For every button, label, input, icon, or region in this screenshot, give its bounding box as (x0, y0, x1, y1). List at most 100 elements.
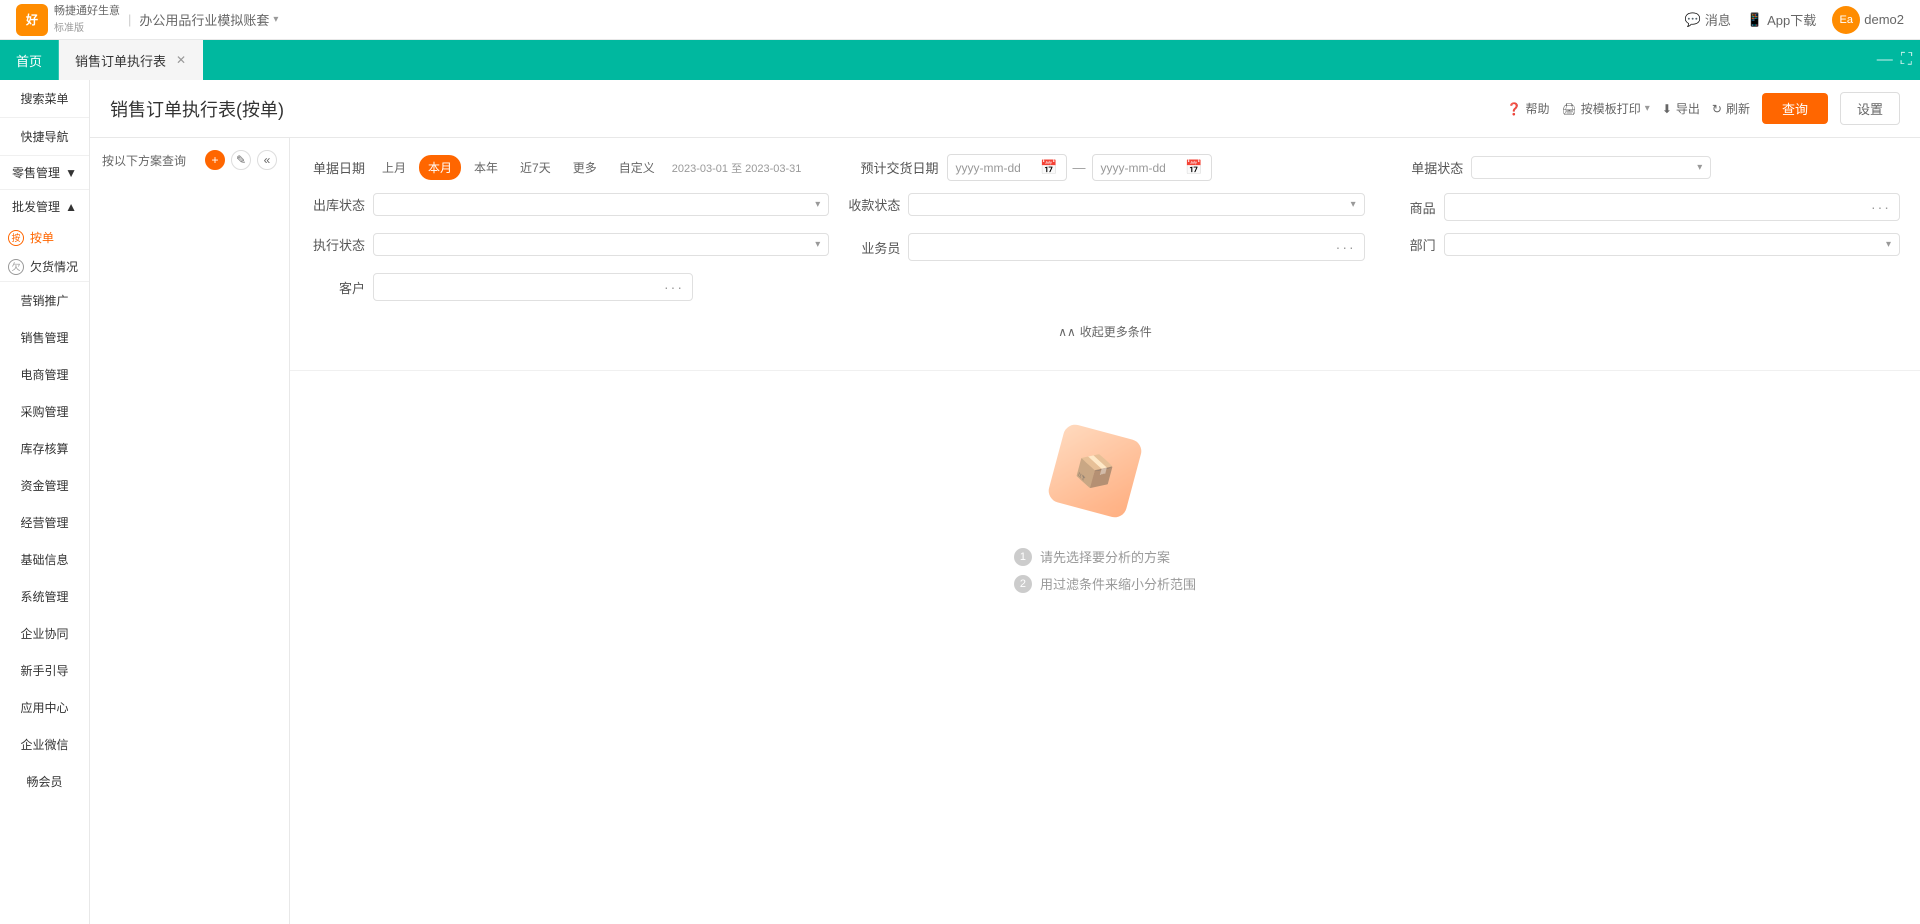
out-status-select[interactable]: ▾ (373, 193, 829, 216)
sidebar-item-marketing[interactable]: 营销推广 (0, 282, 89, 319)
sidebar-search-section[interactable]: 搜索菜单 (0, 80, 89, 118)
tab-home[interactable]: 首页 (0, 40, 59, 80)
empty-step-2: 2 用过滤条件来缩小分析范围 (1014, 574, 1196, 593)
exec-status-label: 执行状态 (310, 235, 365, 254)
sidebar-item-system[interactable]: 系统管理 (0, 578, 89, 615)
minimize-icon[interactable]: — (1877, 51, 1893, 69)
sidebar-item-corp[interactable]: 企业协同 (0, 615, 89, 652)
refresh-btn[interactable]: ↻ 刷新 (1712, 100, 1750, 117)
date-btn-custom[interactable]: 自定义 (610, 155, 664, 180)
customer-input[interactable]: ··· (373, 273, 693, 301)
sidebar-search-label[interactable]: 搜索菜单 (8, 90, 81, 107)
expected-date-end-input[interactable]: yyyy-mm-dd 📅 (1092, 154, 1212, 181)
messages-btn[interactable]: 💬 消息 (1685, 10, 1731, 29)
expected-date-start-input[interactable]: yyyy-mm-dd 📅 (947, 154, 1067, 181)
date-btn-this-month[interactable]: 本月 (419, 155, 461, 180)
goods-input[interactable]: ··· (1444, 193, 1900, 221)
print-icon: 🖨 (1562, 102, 1577, 116)
sidebar-sub-item-anpai[interactable]: 按 按单 (0, 223, 89, 252)
query-button[interactable]: 查询 (1762, 93, 1828, 124)
page-actions: ❓ 帮助 🖨 按模板打印 ▾ ⬇ 导出 ↻ 刷新 (1507, 92, 1900, 125)
sidebar-section-retail: 零售管理 ▼ (0, 156, 89, 190)
sidebar-item-wholesale[interactable]: 批发管理 ▲ (0, 190, 89, 223)
step-1-num: 1 (1014, 548, 1032, 566)
refresh-icon: ↻ (1712, 102, 1722, 116)
filter-panel: 按以下方案查询 + ✎ « 单据日期 上月 本月 (90, 138, 1920, 924)
window-controls: — ⛶ (1877, 51, 1920, 69)
filter-conditions: 单据日期 上月 本月 本年 近7天 更多 自定义 2023-03-01 至 20… (290, 138, 1920, 371)
expected-date-inputs: yyyy-mm-dd 📅 — yyyy-mm-dd 📅 (947, 154, 1212, 181)
maximize-icon[interactable]: ⛶ (1901, 51, 1912, 69)
dept-select[interactable]: ▾ (1444, 233, 1900, 256)
order-status-select[interactable]: ▾ (1471, 156, 1711, 179)
sidebar-item-finance[interactable]: 资金管理 (0, 467, 89, 504)
collect-status-chevron-icon: ▾ (1351, 199, 1356, 210)
logo-icon: 好 (16, 4, 48, 36)
sidebar-item-sales[interactable]: 销售管理 (0, 319, 89, 356)
collapse-scheme-btn[interactable]: « (257, 150, 277, 170)
top-bar-left: 好 畅捷通好生意 标准版 | 办公用品行业模拟账套 ▾ (16, 4, 278, 36)
sidebar: 搜索菜单 快捷导航 零售管理 ▼ 批发管理 ▲ 按 按单 欠 欠货情况 (0, 80, 90, 924)
sidebar-item-basic[interactable]: 基础信息 (0, 541, 89, 578)
setting-button[interactable]: 设置 (1840, 92, 1900, 125)
sidebar-item-inventory[interactable]: 库存核算 (0, 430, 89, 467)
order-status-chevron-icon: ▾ (1697, 162, 1702, 173)
date-dash: — (1073, 160, 1086, 175)
dept-label: 部门 (1381, 235, 1436, 254)
tab-close-icon[interactable]: ✕ (176, 53, 186, 67)
sidebar-item-operation[interactable]: 经营管理 (0, 504, 89, 541)
help-btn[interactable]: ❓ 帮助 (1507, 100, 1550, 117)
edit-scheme-btn[interactable]: ✎ (231, 150, 251, 170)
empty-steps: 1 请先选择要分析的方案 2 用过滤条件来缩小分析范围 (1014, 547, 1196, 593)
collapse-more-btn[interactable]: ∧∧ 收起更多条件 (310, 315, 1900, 348)
exec-status-field: 执行状态 ▾ (310, 233, 829, 256)
app-download-btn[interactable]: 📱 App下载 (1747, 10, 1816, 29)
date-btn-this-year[interactable]: 本年 (465, 155, 507, 180)
add-scheme-btn[interactable]: + (205, 150, 225, 170)
collapse-more-section: ∧∧ 收起更多条件 (310, 309, 1900, 354)
top-bar-right: 💬 消息 📱 App下载 Ea demo2 (1685, 6, 1904, 34)
customer-label: 客户 (310, 278, 365, 297)
sidebar-item-wechat[interactable]: 企业微信 (0, 726, 89, 763)
sidebar-sub-item-qiankuan[interactable]: 欠 欠货情况 (0, 252, 89, 281)
date-label: 单据日期 (310, 158, 365, 177)
tab-sales-exec[interactable]: 销售订单执行表 ✕ (59, 40, 203, 80)
collect-status-select[interactable]: ▾ (908, 193, 1364, 216)
out-status-label: 出库状态 (310, 195, 365, 214)
salesman-field: 业务员 ··· (845, 233, 1364, 261)
print-btn[interactable]: 🖨 按模板打印 ▾ (1562, 100, 1650, 117)
sidebar-item-purchase[interactable]: 采购管理 (0, 393, 89, 430)
export-btn[interactable]: ⬇ 导出 (1662, 100, 1700, 117)
filter-row-3: 执行状态 ▾ 业务员 ··· (310, 233, 1900, 261)
sidebar-item-ecommerce[interactable]: 电商管理 (0, 356, 89, 393)
top-title: 办公用品行业模拟账套 ▾ (139, 10, 278, 29)
sidebar-item-member[interactable]: 畅会员 (0, 763, 89, 800)
filter-row-4: 客户 ··· (310, 273, 1900, 301)
chevron-down-icon[interactable]: ▾ (273, 14, 278, 25)
sidebar-item-apps[interactable]: 应用中心 (0, 689, 89, 726)
sidebar-item-newbie[interactable]: 新手引导 (0, 652, 89, 689)
salesman-more-icon: ··· (1336, 239, 1356, 255)
goods-label: 商品 (1381, 198, 1436, 217)
dept-field: 部门 ▾ (1381, 233, 1900, 256)
calendar-end-icon: 📅 (1185, 159, 1202, 176)
top-bar: 好 畅捷通好生意 标准版 | 办公用品行业模拟账套 ▾ 💬 消息 📱 App下载… (0, 0, 1920, 40)
export-icon: ⬇ (1662, 102, 1672, 116)
chevron-up-icon: ▲ (65, 200, 77, 214)
salesman-input[interactable]: ··· (908, 233, 1364, 261)
empty-icon-box: 📦 (1046, 422, 1144, 520)
date-btn-last-month[interactable]: 上月 (373, 155, 415, 180)
empty-step-1: 1 请先选择要分析的方案 (1014, 547, 1196, 566)
sidebar-item-retail[interactable]: 零售管理 ▼ (0, 156, 89, 189)
date-btn-more[interactable]: 更多 (564, 155, 606, 180)
date-btn-7days[interactable]: 近7天 (511, 155, 560, 180)
sidebar-section-wholesale: 批发管理 ▲ 按 按单 欠 欠货情况 (0, 190, 89, 282)
exec-status-select[interactable]: ▾ (373, 233, 829, 256)
sidebar-quick-nav[interactable]: 快捷导航 (0, 118, 89, 156)
user-menu[interactable]: Ea demo2 (1832, 6, 1904, 34)
main-layout: 搜索菜单 快捷导航 零售管理 ▼ 批发管理 ▲ 按 按单 欠 欠货情况 (0, 80, 1920, 924)
download-icon: 📱 (1747, 12, 1763, 28)
filter-left-title: 按以下方案查询 + ✎ « (102, 150, 277, 170)
avatar: Ea (1832, 6, 1860, 34)
sidebar-quick-nav-label[interactable]: 快捷导航 (0, 124, 89, 149)
